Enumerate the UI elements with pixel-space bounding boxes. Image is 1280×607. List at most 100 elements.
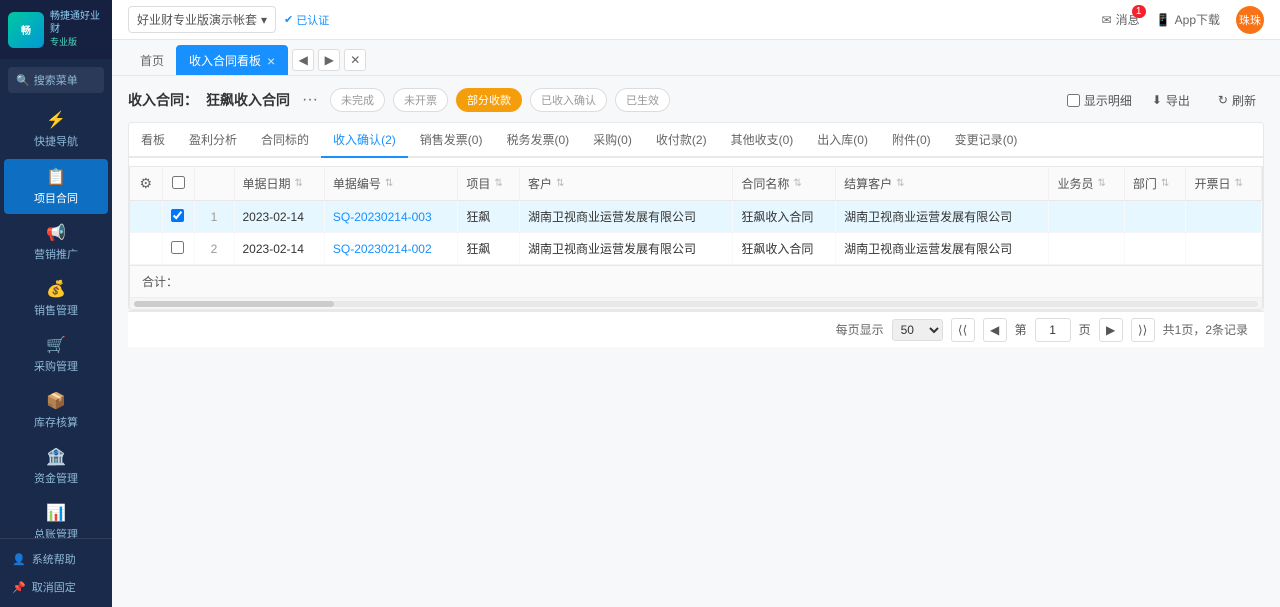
row1-number[interactable]: SQ-20230214-003 (324, 201, 458, 233)
per-page-select[interactable]: 50 20 100 200 (892, 319, 943, 341)
sidebar-bottom-user[interactable]: 👤 系统帮助 (4, 545, 108, 573)
sidebar-item-inventory[interactable]: 📦 库存核算 (4, 383, 108, 438)
tab-profit[interactable]: 盈利分析 (177, 123, 249, 158)
row1-settings (130, 201, 162, 233)
table-row[interactable]: 1 2023-02-14 SQ-20230214-003 狂飙 湖南卫视商业运营… (130, 201, 1262, 233)
tab-payment[interactable]: 收付款(2) (644, 123, 719, 158)
scrollbar-thumb[interactable] (134, 301, 334, 307)
pagination: 每页显示 50 20 100 200 ⟨⟨ ◀ 第 1 页 ▶ ⟩⟩ 共1页，2… (128, 311, 1264, 347)
status-uninvoiced[interactable]: 未开票 (393, 88, 448, 112)
export-button[interactable]: ⬇ 导出 (1144, 89, 1198, 112)
row2-number[interactable]: SQ-20230214-002 (324, 233, 458, 265)
invoice-date-col-header[interactable]: 开票日 ⇅ (1186, 167, 1262, 201)
sidebar-bottom: 👤 系统帮助 📌 取消固定 (0, 538, 112, 607)
row1-checkbox[interactable] (162, 201, 194, 233)
row1-date: 2023-02-14 (234, 201, 324, 233)
date-sort-icon: ⇅ (295, 178, 303, 189)
date-col-header[interactable]: 单据日期 ⇅ (234, 167, 324, 201)
data-table: ⚙ 单据日期 ⇅ (129, 166, 1263, 310)
sidebar-item-sales[interactable]: 💰 销售管理 (4, 271, 108, 326)
department-col-header[interactable]: 部门 ⇅ (1124, 167, 1186, 201)
tab-warehouse[interactable]: 出入库(0) (805, 123, 880, 158)
tab-contract-items[interactable]: 合同标的 (249, 123, 321, 158)
message-button[interactable]: ✉ 消息 1 (1102, 11, 1140, 28)
project-col-header[interactable]: 项目 ⇅ (458, 167, 520, 201)
settings-col-header[interactable]: ⚙ (130, 167, 162, 201)
tab-active-contract[interactable]: 收入合同看板 × (176, 45, 288, 75)
search-menu-button[interactable]: 🔍 搜索菜单 (8, 67, 104, 93)
sidebar-item-quick-nav[interactable]: ⚡ 快捷导航 (4, 102, 108, 157)
first-page-button[interactable]: ⟨⟨ (951, 318, 975, 342)
table-row[interactable]: 2 2023-02-14 SQ-20230214-002 狂飙 湖南卫视商业运营… (130, 233, 1262, 265)
status-effective[interactable]: 已生效 (615, 88, 670, 112)
tabs-bar: 看板 盈利分析 合同标的 收入确认(2) 销售发票(0) 税务发票(0) 采购(… (129, 123, 1263, 158)
invoice-date-sort-icon: ⇅ (1235, 178, 1243, 189)
row1-settlement: 湖南卫视商业运营发展有限公司 (836, 201, 1049, 233)
row2-date: 2023-02-14 (234, 233, 324, 265)
tab-purchase[interactable]: 采购(0) (581, 123, 644, 158)
sidebar-search-area: 🔍 搜索菜单 (0, 59, 112, 101)
finance-icon: 🏦 (46, 447, 66, 467)
topbar-right: ✉ 消息 1 📱 App下载 珠珠 (1102, 6, 1264, 34)
customer-sort-icon: ⇅ (556, 178, 564, 189)
sidebar-item-project-contract[interactable]: 📋 项目合同 (4, 159, 108, 214)
row2-salesperson (1049, 233, 1124, 265)
tab-other-income[interactable]: 其他收支(0) (719, 123, 806, 158)
status-incomplete[interactable]: 未完成 (330, 88, 385, 112)
tab-tax-invoice[interactable]: 税务发票(0) (494, 123, 581, 158)
tab-close-button[interactable]: ✕ (344, 49, 366, 71)
customer-col-header[interactable]: 客户 ⇅ (520, 167, 733, 201)
sidebar-item-ledger[interactable]: 📊 总账管理 (4, 495, 108, 538)
row1-department (1124, 201, 1186, 233)
row2-invoice-date (1186, 233, 1262, 265)
next-page-button[interactable]: ▶ (1099, 318, 1123, 342)
export-icon: ⬇ (1152, 93, 1162, 107)
tab-kanban[interactable]: 看板 (129, 123, 177, 158)
show-detail-label[interactable]: 显示明细 (1067, 92, 1132, 109)
app-download-button[interactable]: 📱 App下载 (1156, 11, 1220, 28)
tab-revenue-confirm[interactable]: 收入确认(2) (321, 123, 408, 158)
contract-name: 狂飙收入合同 (206, 90, 290, 110)
row1-seq: 1 (194, 201, 234, 233)
more-options-button[interactable]: ··· (298, 91, 322, 109)
project-sort-icon: ⇅ (494, 178, 502, 189)
scrollbar-track (134, 301, 1258, 307)
settlement-col-header[interactable]: 结算客户 ⇅ (836, 167, 1049, 201)
company-selector[interactable]: 好业财专业版演示帐套 ▾ (128, 6, 276, 33)
seq-col-header (194, 167, 234, 201)
row2-contract: 狂飙收入合同 (733, 233, 836, 265)
tab-sales-invoice[interactable]: 销售发票(0) (408, 123, 495, 158)
settings-icon[interactable]: ⚙ (139, 175, 152, 191)
tab-change-log[interactable]: 变更记录(0) (943, 123, 1030, 158)
tab-next-button[interactable]: ▶ (318, 49, 340, 71)
pin-icon: 📌 (12, 581, 26, 594)
sidebar-pin-button[interactable]: 📌 取消固定 (4, 573, 108, 601)
tab-attachment[interactable]: 附件(0) (880, 123, 943, 158)
check-circle-icon: ✔ (284, 13, 293, 26)
prev-page-button[interactable]: ◀ (983, 318, 1007, 342)
select-all-checkbox[interactable] (172, 176, 185, 189)
table-scroll-area[interactable]: ⚙ 单据日期 ⇅ (130, 167, 1262, 265)
page-info: 共1页，2条记录 (1163, 321, 1248, 338)
status-partial[interactable]: 部分收款 (456, 88, 522, 112)
salesperson-col-header[interactable]: 业务员 ⇅ (1049, 167, 1124, 201)
tab-home[interactable]: 首页 (128, 46, 176, 75)
contract-col-header[interactable]: 合同名称 ⇅ (733, 167, 836, 201)
show-detail-checkbox[interactable] (1067, 94, 1080, 107)
sidebar-item-purchase[interactable]: 🛒 采购管理 (4, 327, 108, 382)
last-page-button[interactable]: ⟩⟩ (1131, 318, 1155, 342)
refresh-button[interactable]: ↻ 刷新 (1210, 89, 1264, 112)
sidebar-item-finance[interactable]: 🏦 资金管理 (4, 439, 108, 494)
status-confirmed[interactable]: 已收入确认 (530, 88, 607, 112)
checkbox-col-header[interactable] (162, 167, 194, 201)
phone-icon: 📱 (1156, 13, 1171, 27)
horizontal-scrollbar[interactable] (130, 297, 1262, 309)
page-number-input[interactable]: 1 (1035, 318, 1071, 342)
row1-invoice-date (1186, 201, 1262, 233)
tab-prev-button[interactable]: ◀ (292, 49, 314, 71)
user-avatar[interactable]: 珠珠 (1236, 6, 1264, 34)
row2-checkbox[interactable] (162, 233, 194, 265)
tab-close-icon[interactable]: × (267, 54, 275, 68)
number-col-header[interactable]: 单据编号 ⇅ (324, 167, 458, 201)
sidebar-item-marketing[interactable]: 📢 营销推广 (4, 215, 108, 270)
